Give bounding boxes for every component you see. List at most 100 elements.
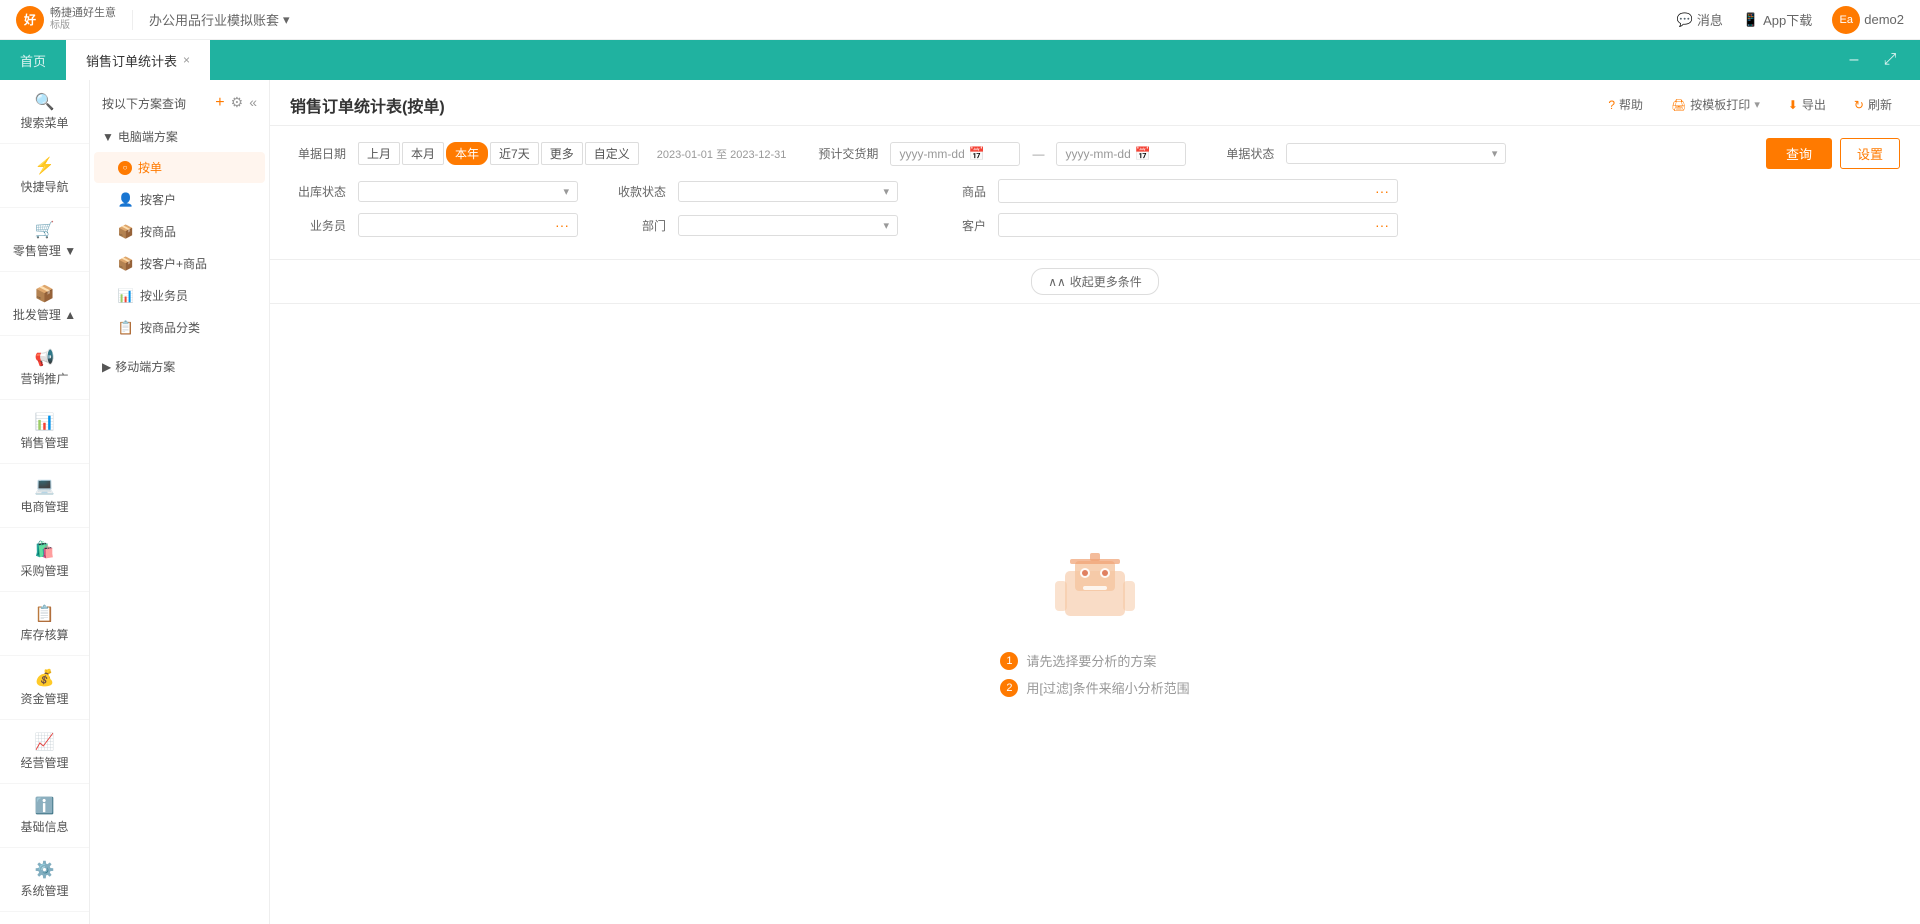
date-separator: — — [1032, 147, 1044, 161]
product-dots-icon[interactable]: ··· — [1375, 183, 1389, 199]
mobile-section-arrow: ▶ — [102, 360, 111, 374]
sidebar-item-operations[interactable]: 📈 经营管理 — [0, 720, 89, 784]
message-btn[interactable]: 💬 消息 — [1677, 10, 1723, 29]
date-btn-custom[interactable]: 自定义 — [585, 142, 639, 165]
filter-row-1: 单据日期 上月 本月 本年 近7天 更多 自定义 2023-01-01 至 20… — [290, 138, 1900, 169]
scheme-item-category[interactable]: 📋 按商品分类 — [94, 312, 265, 343]
settings-scheme-btn[interactable]: ⚙ — [231, 94, 244, 112]
product-label: 商品 — [930, 183, 986, 200]
date-btn-more[interactable]: 更多 — [541, 142, 583, 165]
payment-status-select[interactable]: ▾ — [678, 181, 898, 202]
tab-home[interactable]: 首页 — [0, 40, 66, 80]
scheme-item-customer[interactable]: 👤 按客户 — [94, 184, 265, 215]
ecommerce-icon: 💻 — [0, 476, 89, 496]
sidebar-item-system[interactable]: ⚙️ 系统管理 — [0, 848, 89, 912]
doc-status-select[interactable]: ▾ — [1286, 143, 1506, 164]
main-layout: 🔍 搜索菜单 ⚡ 快捷导航 🛒 零售管理 ▼ 📦 批发管理 ▲ 📢 营销推广 📊… — [0, 80, 1920, 924]
sidebar-item-ecommerce[interactable]: 💻 电商管理 — [0, 464, 89, 528]
collapse-section: ∧∧ 收起更多条件 — [270, 260, 1920, 304]
sidebar-item-inventory[interactable]: 📋 库存核算 — [0, 592, 89, 656]
date-btn-7days[interactable]: 近7天 — [490, 142, 539, 165]
customer-dots-icon[interactable]: ··· — [1375, 217, 1389, 233]
sidebar-item-wholesale[interactable]: 📦 批发管理 ▲ — [0, 272, 89, 336]
user-area[interactable]: Ea demo2 — [1832, 6, 1904, 34]
sidebar-label-ecommerce: 电商管理 — [0, 498, 89, 515]
help-btn[interactable]: ? 帮助 — [1600, 92, 1651, 117]
scheme-item-product[interactable]: 📦 按商品 — [94, 216, 265, 247]
sidebar-label-operations: 经营管理 — [0, 754, 89, 771]
settings-btn[interactable]: 设置 — [1840, 138, 1900, 169]
print-label: 按模板打印 — [1690, 96, 1750, 113]
sidebar-item-search[interactable]: 🔍 搜索菜单 — [0, 80, 89, 144]
customer-select[interactable]: ··· — [998, 213, 1398, 237]
expected-date-from[interactable]: yyyy-mm-dd 📅 — [890, 142, 1020, 166]
search-icon: 🔍 — [0, 92, 89, 112]
export-btn[interactable]: ⬇ 导出 — [1780, 92, 1834, 117]
home-tab-label: 首页 — [20, 51, 46, 70]
message-label: 消息 — [1697, 10, 1723, 29]
query-btn[interactable]: 查询 — [1766, 138, 1832, 169]
scheme-customer-label: 按客户 — [140, 191, 176, 208]
salesperson-dots-icon[interactable]: ··· — [555, 217, 569, 233]
app-download-btn[interactable]: 📱 App下载 — [1743, 10, 1812, 29]
date-btn-this-month[interactable]: 本月 — [402, 142, 444, 165]
workspace-selector[interactable]: 办公用品行业模拟账套 ▾ — [149, 10, 290, 29]
collapse-panel-btn[interactable]: « — [249, 94, 257, 112]
logo-sub: 标版 — [50, 20, 116, 32]
date-btn-prev-month[interactable]: 上月 — [358, 142, 400, 165]
sidebar-item-marketing[interactable]: 📢 营销推广 — [0, 336, 89, 400]
collapse-more-btn[interactable]: ∧∧ 收起更多条件 — [1031, 268, 1159, 295]
sidebar-label-sales: 销售管理 — [0, 434, 89, 451]
message-icon: 💬 — [1677, 12, 1693, 28]
date-btn-this-year[interactable]: 本年 — [446, 142, 488, 165]
expected-date-to[interactable]: yyyy-mm-dd 📅 — [1056, 142, 1186, 166]
sidebar-item-purchase[interactable]: 🛍️ 采购管理 — [0, 528, 89, 592]
scheme-cust-prod-label: 按客户+商品 — [140, 255, 207, 272]
print-btn[interactable]: 🖨 按模板打印 ▾ — [1663, 92, 1768, 117]
sidebar-item-enterprise[interactable]: 🤝 企业协同 — [0, 912, 89, 924]
date-from-placeholder: yyyy-mm-dd — [899, 147, 964, 161]
sidebar-label-retail: 零售管理 ▼ — [0, 242, 89, 259]
collapse-label: 收起更多条件 — [1070, 273, 1142, 290]
scheme-item-order[interactable]: ○ 按单 — [94, 152, 265, 183]
pc-section-title[interactable]: ▼ 电脑端方案 — [90, 122, 269, 151]
sidebar-label-inventory: 库存核算 — [0, 626, 89, 643]
print-icon: 🖨 — [1671, 98, 1686, 112]
sidebar-item-sales[interactable]: 📊 销售管理 — [0, 400, 89, 464]
sidebar-item-retail[interactable]: 🛒 零售管理 ▼ — [0, 208, 89, 272]
scheme-item-salesperson[interactable]: 📊 按业务员 — [94, 280, 265, 311]
add-scheme-btn[interactable]: + — [215, 94, 224, 112]
refresh-btn[interactable]: ↻ 刷新 — [1846, 92, 1900, 117]
empty-tip-1: 1 请先选择要分析的方案 — [1000, 651, 1189, 670]
empty-state: 1 请先选择要分析的方案 2 用[过滤]条件来缩小分析范围 — [270, 304, 1920, 924]
top-bar-left: 好 畅捷通好生意 标版 办公用品行业模拟账套 ▾ — [16, 6, 290, 34]
doc-status-arrow-icon: ▾ — [1492, 147, 1498, 160]
department-select[interactable]: ▾ — [678, 215, 898, 236]
sidebar-item-shortcut[interactable]: ⚡ 快捷导航 — [0, 144, 89, 208]
salesperson-select[interactable]: ··· — [358, 213, 578, 237]
help-label: 帮助 — [1619, 96, 1643, 113]
salesperson-label: 业务员 — [290, 217, 346, 234]
scheme-item-cust-prod[interactable]: 📦 按客户+商品 — [94, 248, 265, 279]
sidebar-label-shortcut: 快捷导航 — [0, 178, 89, 195]
top-bar-right: 💬 消息 📱 App下载 Ea demo2 — [1677, 6, 1904, 34]
tip-num-1: 1 — [1000, 652, 1018, 670]
calendar-icon-2: 📅 — [1135, 146, 1151, 162]
pc-section-arrow: ▼ — [102, 130, 114, 144]
ship-status-select[interactable]: ▾ — [358, 181, 578, 202]
order-active-dot: ○ — [118, 161, 132, 175]
product-select[interactable]: ··· — [998, 179, 1398, 203]
mobile-section-title[interactable]: ▶ 移动端方案 — [90, 352, 269, 381]
sidebar-label-marketing: 营销推广 — [0, 370, 89, 387]
date-to-placeholder: yyyy-mm-dd — [1065, 147, 1130, 161]
sidebar-item-finance[interactable]: 💰 资金管理 — [0, 656, 89, 720]
active-tab-label: 销售订单统计表 — [86, 51, 177, 70]
page-header-actions: ? 帮助 🖨 按模板打印 ▾ ⬇ 导出 ↻ 刷新 — [1600, 92, 1900, 117]
sidebar-item-basic[interactable]: ℹ️ 基础信息 — [0, 784, 89, 848]
left-panel-header: 按以下方案查询 + ⚙ « — [90, 88, 269, 118]
retail-icon: 🛒 — [0, 220, 89, 240]
tab-active[interactable]: 销售订单统计表 × — [66, 40, 210, 80]
tab-maximize-btn[interactable]: ⤢ — [1876, 46, 1904, 74]
tab-minimize-btn[interactable]: – — [1840, 46, 1868, 74]
tab-close-icon[interactable]: × — [183, 53, 190, 67]
